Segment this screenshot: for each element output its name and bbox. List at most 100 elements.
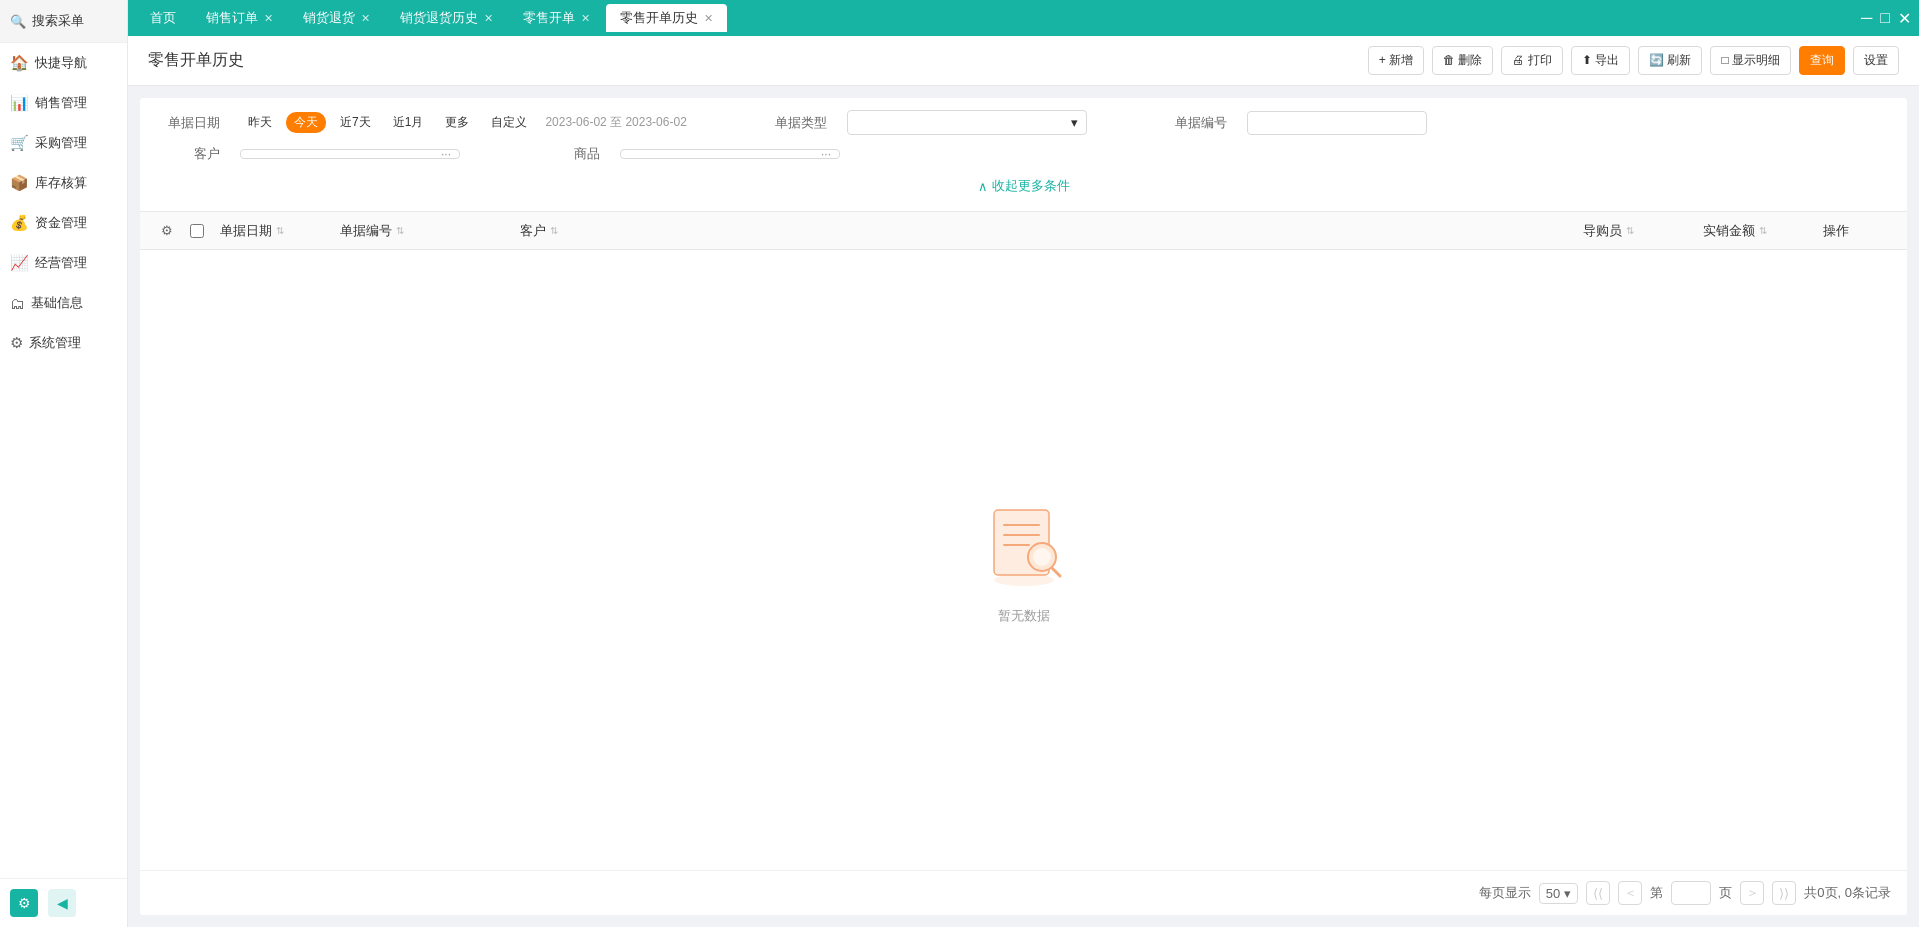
empty-text: 暂无数据 xyxy=(998,607,1050,625)
page-last-button[interactable]: ⟩⟩ xyxy=(1772,881,1796,905)
sidebar-item-system[interactable]: ⚙系统管理 xyxy=(0,323,127,363)
collapse-conditions-btn[interactable]: ∧ 收起更多条件 xyxy=(160,173,1887,199)
goods-input[interactable] xyxy=(620,149,840,159)
content-wrapper: 单据日期 昨天 今天 近7天 近1月 更多 自定义 2023-06-02 至 2… xyxy=(128,86,1919,927)
tab-close-retail-history[interactable]: ✕ xyxy=(704,12,713,25)
bill-type-select[interactable]: ▾ xyxy=(847,110,1087,135)
page-first-button[interactable]: ⟨⟨ xyxy=(1586,881,1610,905)
sidebar-item-basic[interactable]: 🗂基础信息 xyxy=(0,283,127,323)
sidebar-search[interactable]: 🔍 搜索采单 xyxy=(0,0,127,43)
tab-label: 销售订单 xyxy=(206,9,258,27)
col-billno-label: 单据编号 xyxy=(340,222,392,240)
col-amount: 实销金额 ⇅ xyxy=(1695,222,1815,240)
date-opt-1month[interactable]: 近1月 xyxy=(385,112,432,133)
col-salesperson: 导购员 ⇅ xyxy=(1575,222,1695,240)
add-button[interactable]: + 新增 xyxy=(1368,46,1424,75)
window-close-button[interactable]: ✕ xyxy=(1898,9,1911,28)
system-icon: ⚙ xyxy=(10,334,23,352)
page-title: 零售开单历史 xyxy=(148,50,244,71)
tab-close-sales-return[interactable]: ✕ xyxy=(361,12,370,25)
tab-close-sales-order[interactable]: ✕ xyxy=(264,12,273,25)
sort-amount-icon[interactable]: ⇅ xyxy=(1759,225,1767,236)
collapse-sidebar-button[interactable]: ◀ xyxy=(48,889,76,917)
tab-close-sales-return-history[interactable]: ✕ xyxy=(484,12,493,25)
tab-sales-order[interactable]: 销售订单 ✕ xyxy=(192,4,287,32)
quick-nav-icon: 🏠 xyxy=(10,54,29,72)
filter-area: 单据日期 昨天 今天 近7天 近1月 更多 自定义 2023-06-02 至 2… xyxy=(140,98,1907,212)
customer-input[interactable] xyxy=(240,149,460,159)
tab-home[interactable]: 首页 xyxy=(136,4,190,32)
col-customer-label: 客户 xyxy=(520,222,546,240)
basic-icon: 🗂 xyxy=(10,295,25,312)
goods-filter-label: 商品 xyxy=(540,145,600,163)
sidebar-search-label: 搜索采单 xyxy=(32,12,84,30)
refresh-button[interactable]: 🔄 刷新 xyxy=(1638,46,1702,75)
total-info: 共0页, 0条记录 xyxy=(1804,884,1891,902)
table-settings-icon[interactable]: ⚙ xyxy=(152,223,182,238)
svg-line-8 xyxy=(1052,568,1060,576)
customer-filter-label: 客户 xyxy=(160,145,220,163)
tab-label: 销货退货 xyxy=(303,9,355,27)
page-prev-button[interactable]: ＜ xyxy=(1618,881,1642,905)
sort-date-icon[interactable]: ⇅ xyxy=(276,225,284,236)
svg-point-0 xyxy=(994,574,1054,586)
sidebar: 🔍 搜索采单 🏠 快捷导航 📊销售管理🛒采购管理📦库存核算💰资金管理📈经营管理🗂基础… xyxy=(0,0,128,927)
page-size-select[interactable]: 50 ▾ xyxy=(1539,883,1578,904)
query-button[interactable]: 查询 xyxy=(1799,46,1845,75)
page-number-input[interactable]: 1 xyxy=(1671,881,1711,905)
sort-billno-icon[interactable]: ⇅ xyxy=(396,225,404,236)
col-action-label: 操作 xyxy=(1823,222,1849,240)
sidebar-item-finance[interactable]: 💰资金管理 xyxy=(0,203,127,243)
table-area: ⚙ 单据日期 ⇅ 单据编号 ⇅ 客户 ⇅ xyxy=(140,212,1907,915)
inventory-icon: 📦 xyxy=(10,174,29,192)
bill-type-label: 单据类型 xyxy=(767,114,827,132)
settings-button[interactable]: ⚙ xyxy=(10,889,38,917)
tab-sales-return[interactable]: 销货退货 ✕ xyxy=(289,4,384,32)
col-date: 单据日期 ⇅ xyxy=(212,222,332,240)
delete-button[interactable]: 🗑 删除 xyxy=(1432,46,1493,75)
page-size-label: 每页显示 xyxy=(1479,884,1531,902)
search-icon: 🔍 xyxy=(10,14,26,29)
main-content: 首页销售订单✕销货退货✕销货退货历史✕零售开单✕零售开单历史✕ ─ □ ✕ 零售… xyxy=(128,0,1919,927)
date-opt-today[interactable]: 今天 xyxy=(286,112,326,133)
sort-salesperson-icon[interactable]: ⇅ xyxy=(1626,225,1634,236)
window-minimize-button[interactable]: ─ xyxy=(1861,9,1872,27)
sidebar-item-label: 快捷导航 xyxy=(35,54,87,72)
bill-no-input[interactable] xyxy=(1247,111,1427,135)
svg-point-7 xyxy=(1033,548,1051,566)
sidebar-item-inventory[interactable]: 📦库存核算 xyxy=(0,163,127,203)
page-next-button[interactable]: ＞ xyxy=(1740,881,1764,905)
sidebar-item-operations[interactable]: 📈经营管理 xyxy=(0,243,127,283)
sort-customer-icon[interactable]: ⇅ xyxy=(550,225,558,236)
tab-label: 销货退货历史 xyxy=(400,9,478,27)
sidebar-item-label: 采购管理 xyxy=(35,134,87,152)
tab-retail-history[interactable]: 零售开单历史✕ xyxy=(606,4,727,32)
col-date-label: 单据日期 xyxy=(220,222,272,240)
window-maximize-button[interactable]: □ xyxy=(1880,9,1890,27)
settings-filter-button[interactable]: 设置 xyxy=(1853,46,1899,75)
date-opt-more[interactable]: 更多 xyxy=(437,112,477,133)
col-customer: 客户 ⇅ xyxy=(512,222,1575,240)
sidebar-item-quick-nav[interactable]: 🏠 快捷导航 xyxy=(0,43,127,83)
empty-illustration xyxy=(974,495,1074,595)
print-button[interactable]: 🖨 打印 xyxy=(1501,46,1562,75)
pagination: 每页显示 50 ▾ ⟨⟨ ＜ 第 1 页 ＞ ⟩⟩ 共0页, 0条记录 xyxy=(140,870,1907,915)
date-range-display: 2023-06-02 至 2023-06-02 xyxy=(545,114,686,131)
page-label: 第 xyxy=(1650,884,1663,902)
chevron-up-icon: ∧ xyxy=(978,179,988,194)
sidebar-item-sales[interactable]: 📊销售管理 xyxy=(0,83,127,123)
operations-icon: 📈 xyxy=(10,254,29,272)
tab-bar: 首页销售订单✕销货退货✕销货退货历史✕零售开单✕零售开单历史✕ ─ □ ✕ xyxy=(128,0,1919,36)
tab-retail-open[interactable]: 零售开单✕ xyxy=(509,4,604,32)
show-detail-button[interactable]: □ 显示明细 xyxy=(1710,46,1791,75)
sidebar-item-purchase[interactable]: 🛒采购管理 xyxy=(0,123,127,163)
select-all-checkbox[interactable] xyxy=(190,224,204,238)
table-select-all[interactable] xyxy=(182,224,212,238)
tab-close-retail-open[interactable]: ✕ xyxy=(581,12,590,25)
date-opt-yesterday[interactable]: 昨天 xyxy=(240,112,280,133)
date-opt-7days[interactable]: 近7天 xyxy=(332,112,379,133)
tab-sales-return-history[interactable]: 销货退货历史 ✕ xyxy=(386,4,507,32)
export-button[interactable]: ⬆ 导出 xyxy=(1571,46,1630,75)
date-opt-custom[interactable]: 自定义 xyxy=(483,112,535,133)
col-salesperson-label: 导购员 xyxy=(1583,222,1622,240)
